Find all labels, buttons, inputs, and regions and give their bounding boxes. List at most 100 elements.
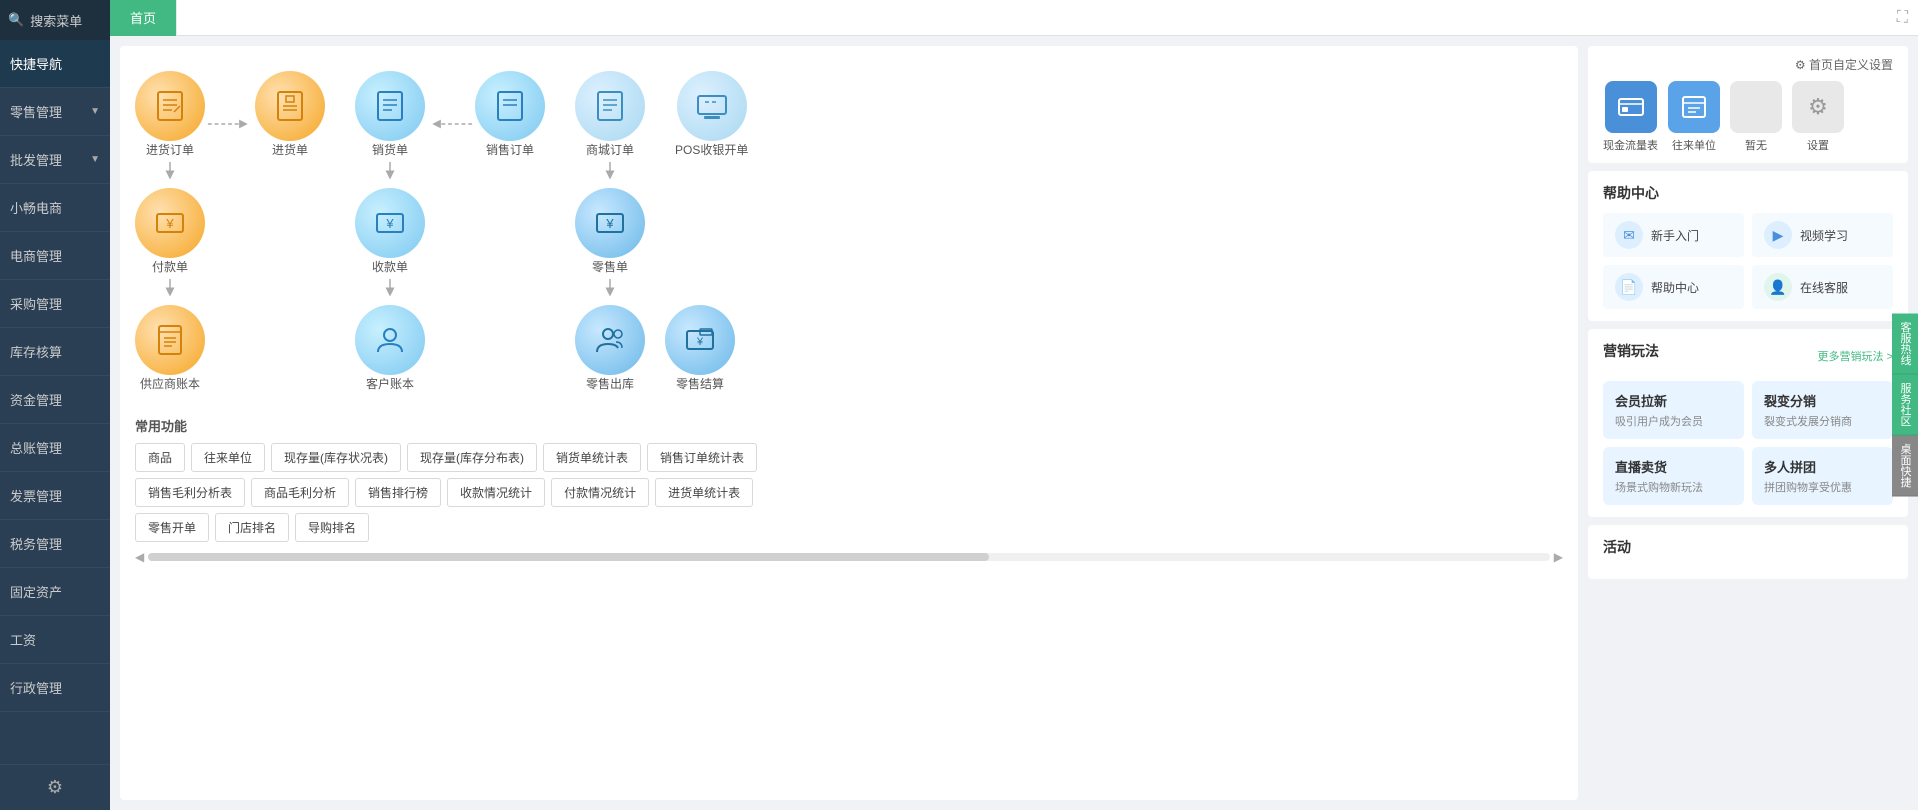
- help-item-helpcenter[interactable]: 📄 帮助中心: [1603, 265, 1744, 309]
- sale-slip-label: 销货单: [372, 141, 408, 158]
- sidebar-item-invoice[interactable]: 发票管理: [0, 472, 110, 520]
- sidebar-item-salary[interactable]: 工资: [0, 616, 110, 664]
- sidebar-item-ecommgmt[interactable]: 电商管理: [0, 232, 110, 280]
- content-area: 进货订单 进货单: [110, 36, 1918, 810]
- func-btn-guide-rank[interactable]: 导购排名: [295, 513, 369, 542]
- quick-icon-cashflow[interactable]: 现金流量表: [1603, 81, 1658, 153]
- func-btn-sale-stat[interactable]: 销货单统计表: [543, 443, 641, 472]
- sidebar-item-assets[interactable]: 固定资产: [0, 568, 110, 616]
- sidebar-item-admin[interactable]: 行政管理: [0, 664, 110, 712]
- help-item-beginner[interactable]: ✉ 新手入门: [1603, 213, 1744, 257]
- v-arrow-retail: [575, 279, 645, 301]
- float-btn-desktop[interactable]: 桌面快捷: [1892, 436, 1918, 497]
- v-arrow-pay: [135, 279, 205, 301]
- pos-icon: [677, 71, 747, 141]
- node-purchase-order[interactable]: 进货订单: [135, 71, 205, 158]
- node-mall-order[interactable]: 商城订单: [575, 71, 645, 158]
- scroll-right-arrow[interactable]: ▶: [1554, 550, 1563, 564]
- node-sale-order[interactable]: 销售订单: [475, 71, 545, 158]
- marketing-item-group[interactable]: 多人拼团 拼团购物享受优惠: [1752, 447, 1893, 505]
- sidebar-item-quicknav[interactable]: 快捷导航: [0, 40, 110, 88]
- sidebar-search-label: 搜索菜单: [30, 11, 82, 30]
- marketing-item-member[interactable]: 会员拉新 吸引用户成为会员: [1603, 381, 1744, 439]
- func-btn-retail-order[interactable]: 零售开单: [135, 513, 209, 542]
- scroll-track[interactable]: [148, 553, 1550, 561]
- func-btn-units[interactable]: 往来单位: [191, 443, 265, 472]
- helpcenter-icon: 📄: [1615, 273, 1643, 301]
- node-retail-order[interactable]: ¥ 零售单: [575, 188, 645, 275]
- diagram-wrapper: 进货订单 进货单: [135, 61, 1563, 406]
- sidebar-item-label: 总账管理: [10, 438, 62, 457]
- receipt-label: 收款单: [372, 258, 408, 275]
- help-center-card: 帮助中心 ✉ 新手入门 ▶ 视频学习 📄 帮助中心: [1588, 171, 1908, 321]
- sale-slip-icon: [355, 71, 425, 141]
- units-label: 往来单位: [1672, 137, 1716, 153]
- none-label: 暂无: [1745, 137, 1767, 153]
- func-btn-goods-profit[interactable]: 商品毛利分析: [251, 478, 349, 507]
- sidebar-item-ledger[interactable]: 总账管理: [0, 424, 110, 472]
- sidebar-item-ecom[interactable]: 小畅电商: [0, 184, 110, 232]
- tab-home[interactable]: 首页: [110, 0, 177, 36]
- help-item-video[interactable]: ▶ 视频学习: [1752, 213, 1893, 257]
- node-pos[interactable]: POS收银开单: [675, 71, 748, 158]
- marketing-item-live[interactable]: 直播卖货 场景式购物新玩法: [1603, 447, 1744, 505]
- fullscreen-button[interactable]: ⛶: [1887, 9, 1918, 27]
- sidebar-item-wholesale[interactable]: 批发管理 ▼: [0, 136, 110, 184]
- node-sale-slip[interactable]: 销货单: [355, 71, 425, 158]
- quick-icon-units[interactable]: 往来单位: [1668, 81, 1720, 153]
- float-btn-service[interactable]: 客服热线: [1892, 314, 1918, 375]
- func-btn-store-rank[interactable]: 门店排名: [215, 513, 289, 542]
- node-customer-ledger[interactable]: 客户账本: [355, 305, 425, 392]
- sidebar-item-finance[interactable]: 资金管理: [0, 376, 110, 424]
- node-supplier-ledger[interactable]: 供应商账本: [135, 305, 205, 392]
- quick-icon-settings[interactable]: ⚙ 设置: [1792, 81, 1844, 153]
- settings-icon[interactable]: ⚙: [47, 777, 63, 798]
- purchase-order-icon: [135, 71, 205, 141]
- func-btn-purchase-stat[interactable]: 进货单统计表: [655, 478, 753, 507]
- node-retail-out[interactable]: 零售出库: [575, 305, 645, 392]
- receipt-icon: ¥: [355, 188, 425, 258]
- online-service-label: 在线客服: [1800, 279, 1848, 296]
- customer-ledger-label: 客户账本: [366, 375, 414, 392]
- settings-box-icon: ⚙: [1792, 81, 1844, 133]
- func-btn-sale-rank[interactable]: 销售排行榜: [355, 478, 441, 507]
- func-btn-payment-stat[interactable]: 付款情况统计: [551, 478, 649, 507]
- quick-icon-none[interactable]: 暂无: [1730, 81, 1782, 153]
- none-icon: [1730, 81, 1782, 133]
- node-payment[interactable]: ¥ 付款单: [135, 188, 205, 275]
- func-btn-order-stat[interactable]: 销售订单统计表: [647, 443, 757, 472]
- func-btn-goods[interactable]: 商品: [135, 443, 185, 472]
- marketing-item-fission[interactable]: 裂变分销 裂变式发展分销商: [1752, 381, 1893, 439]
- arrow-2: [425, 116, 475, 132]
- scroll-left-arrow[interactable]: ◀: [135, 550, 144, 564]
- top-right-section: ⚙ 首页自定义设置 现金流量表 往: [1588, 46, 1908, 163]
- func-btn-stock2[interactable]: 现存量(库存分布表): [407, 443, 537, 472]
- sidebar-search[interactable]: 🔍 搜索菜单: [0, 0, 110, 40]
- float-btn-community[interactable]: 服务社区: [1892, 375, 1918, 436]
- sidebar-item-tax[interactable]: 税务管理: [0, 520, 110, 568]
- scroll-bar: ◀ ▶: [135, 550, 1563, 564]
- retail-out-icon: [575, 305, 645, 375]
- func-btn-receipt-stat[interactable]: 收款情况统计: [447, 478, 545, 507]
- node-retail-settle[interactable]: ¥ 零售结算: [665, 305, 735, 392]
- purchase-order-label: 进货订单: [146, 141, 194, 158]
- func-grid-row3: 零售开单 门店排名 导购排名: [135, 513, 1563, 542]
- node-purchase-slip[interactable]: 进货单: [255, 71, 325, 158]
- chevron-down-icon: ▼: [90, 154, 100, 165]
- marketing-more-link[interactable]: 更多营销玩法 >: [1818, 348, 1893, 364]
- sidebar-item-label: 发票管理: [10, 486, 62, 505]
- sidebar-item-retail[interactable]: 零售管理 ▼: [0, 88, 110, 136]
- func-btn-stock1[interactable]: 现存量(库存状况表): [271, 443, 401, 472]
- sidebar-item-inventory[interactable]: 库存核算: [0, 328, 110, 376]
- sidebar-item-label: 电商管理: [10, 246, 62, 265]
- help-item-online[interactable]: 👤 在线客服: [1752, 265, 1893, 309]
- video-label: 视频学习: [1800, 227, 1848, 244]
- fission-desc: 裂变式发展分销商: [1764, 413, 1881, 429]
- supplier-ledger-icon: [135, 305, 205, 375]
- right-panel: ⚙ 首页自定义设置 现金流量表 往: [1588, 46, 1908, 800]
- node-receipt[interactable]: ¥ 收款单: [355, 188, 425, 275]
- sidebar-item-purchase[interactable]: 采购管理: [0, 280, 110, 328]
- customize-settings-label[interactable]: ⚙ 首页自定义设置: [1795, 56, 1893, 73]
- func-btn-sale-profit[interactable]: 销售毛利分析表: [135, 478, 245, 507]
- sidebar-bottom: ⚙: [0, 764, 110, 810]
